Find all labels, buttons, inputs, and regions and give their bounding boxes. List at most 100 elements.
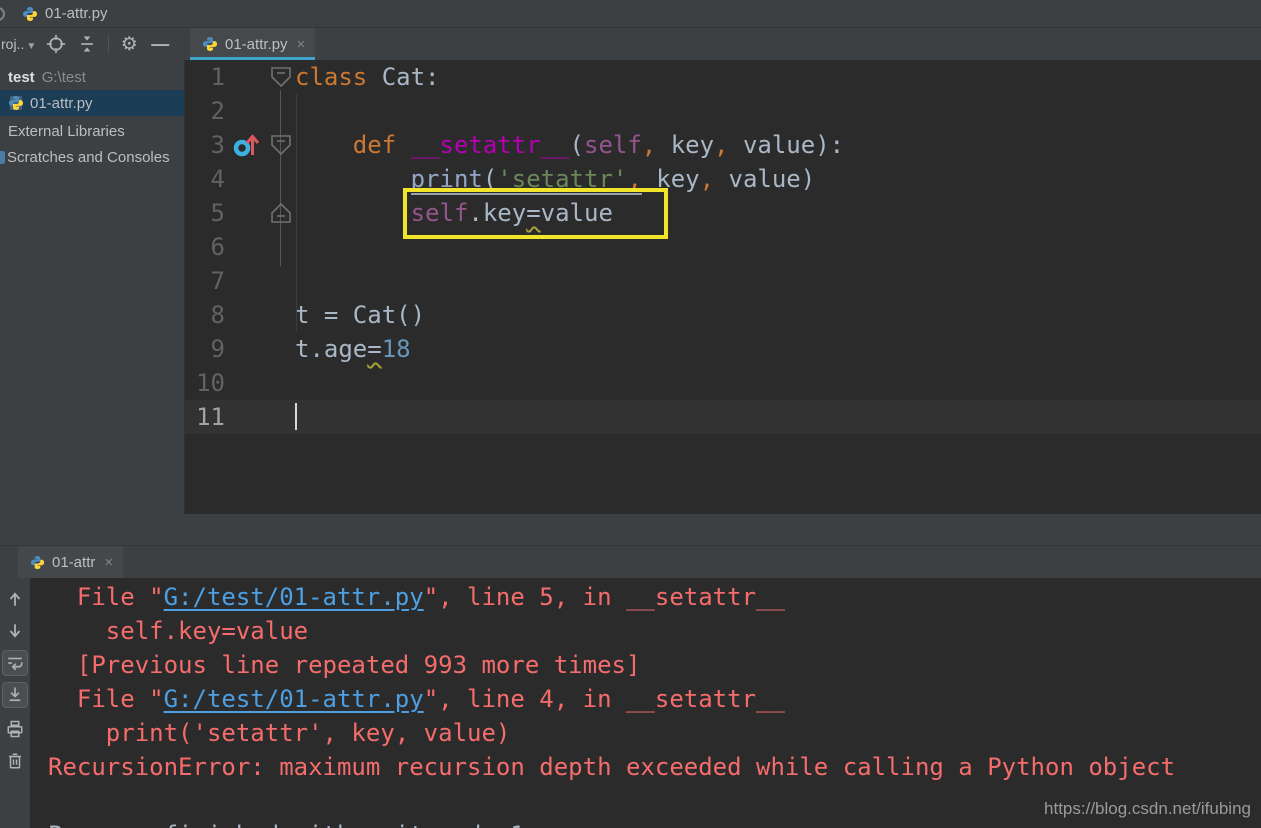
fold-marker-icon[interactable] bbox=[269, 65, 293, 89]
editor-gutter[interactable]: 2 bbox=[185, 94, 295, 128]
console-line: Process finished with exit code 1 bbox=[48, 818, 1261, 828]
locate-icon[interactable] bbox=[45, 33, 67, 55]
up-stack-icon[interactable] bbox=[2, 586, 28, 612]
console-toolbar bbox=[0, 578, 30, 828]
fold-marker-icon[interactable] bbox=[269, 133, 293, 157]
project-selector-label: roj.. bbox=[1, 36, 25, 52]
code-token: t = Cat() bbox=[295, 301, 426, 329]
editor-line[interactable]: 6 bbox=[185, 230, 1261, 264]
code-token: , bbox=[699, 165, 715, 193]
editor-gutter[interactable]: 7 bbox=[185, 264, 295, 298]
line-number[interactable]: 2 bbox=[191, 94, 225, 128]
gear-icon[interactable]: ⚙ bbox=[118, 33, 140, 55]
line-number[interactable]: 10 bbox=[191, 366, 225, 400]
python-file-icon bbox=[202, 36, 218, 52]
code-text: def __setattr__(self, key, value): bbox=[295, 128, 844, 162]
editor-gutter[interactable]: 11 bbox=[185, 400, 295, 434]
code-text: t.age=18 bbox=[295, 332, 411, 366]
console-text: print('setattr', key, value) bbox=[48, 719, 511, 747]
project-root-path: G:\test bbox=[41, 68, 86, 86]
console-tab[interactable]: 01-attr × bbox=[18, 546, 124, 579]
code-text: t = Cat() bbox=[295, 298, 425, 332]
console-text: RecursionError: maximum recursion depth … bbox=[48, 753, 1176, 781]
window-title: 01-attr.py bbox=[45, 5, 108, 22]
editor-line[interactable]: 3 def __setattr__(self, key, value): bbox=[185, 128, 1261, 162]
editor-line[interactable]: 4 print('setattr', key, value) bbox=[185, 162, 1261, 196]
code-token: key bbox=[656, 131, 715, 159]
title-bar: 01-attr.py bbox=[0, 0, 1261, 28]
editor-tab-label: 01-attr.py bbox=[225, 35, 288, 53]
line-number[interactable]: 6 bbox=[191, 230, 225, 264]
line-number[interactable]: 11 bbox=[191, 400, 225, 434]
editor-gutter[interactable]: 5 bbox=[185, 196, 295, 230]
tree-item-label: Scratches and Consoles bbox=[7, 148, 170, 166]
tree-item-label: 01-attr.py bbox=[30, 94, 93, 112]
editor-gutter[interactable]: 8 bbox=[185, 298, 295, 332]
editor-line[interactable]: 9 t.age=18 bbox=[185, 332, 1261, 366]
console-text: File " bbox=[48, 685, 164, 713]
editor-line[interactable]: 1 class Cat: bbox=[185, 60, 1261, 94]
line-number[interactable]: 3 bbox=[191, 128, 225, 162]
editor-tab-bar: 01-attr.py × bbox=[185, 28, 1261, 60]
code-token: = bbox=[367, 335, 382, 363]
console-line: File "G:/test/01-attr.py", line 4, in __… bbox=[48, 682, 1261, 716]
code-token: class bbox=[295, 63, 382, 91]
console-text: ", line 5, in __setattr__ bbox=[423, 583, 785, 611]
fold-marker-icon[interactable] bbox=[269, 201, 293, 225]
clear-all-icon[interactable] bbox=[2, 748, 28, 774]
tree-item-scratches[interactable]: Scratches and Consoles bbox=[0, 144, 184, 170]
line-number[interactable]: 8 bbox=[191, 298, 225, 332]
console-line: self.key=value bbox=[48, 614, 1261, 648]
editor-gutter[interactable]: 1 bbox=[185, 60, 295, 94]
editor-tab[interactable]: 01-attr.py × bbox=[190, 28, 316, 60]
editor-line[interactable]: 10 bbox=[185, 366, 1261, 400]
line-number[interactable]: 4 bbox=[191, 162, 225, 196]
editor-lines: 1 class Cat: 2 3 def __setattr__(self, key,… bbox=[185, 60, 1261, 434]
tree-item-file[interactable]: 01-attr.py bbox=[0, 90, 184, 116]
editor-line[interactable]: 5 self.key=value bbox=[185, 196, 1261, 230]
dropdown-arrow-icon: ▼ bbox=[26, 41, 37, 52]
code-token: ): bbox=[815, 131, 845, 159]
file-link[interactable]: G:/test/01-attr.py bbox=[164, 583, 424, 611]
code-token: ) bbox=[800, 165, 816, 193]
line-number[interactable]: 9 bbox=[191, 332, 225, 366]
close-icon[interactable]: × bbox=[297, 36, 306, 53]
editor-gutter[interactable]: 10 bbox=[185, 366, 295, 400]
tree-item-root[interactable]: test G:\test bbox=[0, 64, 184, 90]
hide-panel-icon[interactable]: — bbox=[149, 33, 171, 55]
scroll-to-end-icon[interactable] bbox=[2, 682, 28, 708]
run-console: File "G:/test/01-attr.py", line 5, in __… bbox=[0, 578, 1261, 828]
line-number[interactable]: 7 bbox=[191, 264, 225, 298]
toolbar-row: roj.. ▼ ⚙ — 01-attr.py × bbox=[0, 28, 1261, 60]
line-number[interactable]: 5 bbox=[191, 196, 225, 230]
console-text: [Previous line repeated 993 more times] bbox=[48, 651, 641, 679]
line-number[interactable]: 1 bbox=[191, 60, 225, 94]
editor-line[interactable]: 7 bbox=[185, 264, 1261, 298]
code-token: value bbox=[714, 165, 801, 193]
run-panel-divider bbox=[0, 514, 1261, 545]
editor-line[interactable]: 11 bbox=[185, 400, 1261, 434]
annotation-highlight-box bbox=[403, 188, 668, 239]
editor[interactable]: 1 class Cat: 2 3 def __setattr__(self, key,… bbox=[185, 60, 1261, 514]
editor-gutter[interactable]: 3 bbox=[185, 128, 295, 162]
editor-gutter[interactable]: 4 bbox=[185, 162, 295, 196]
close-icon[interactable]: × bbox=[104, 554, 113, 571]
project-view-selector[interactable]: roj.. ▼ bbox=[1, 36, 36, 52]
editor-gutter[interactable]: 6 bbox=[185, 230, 295, 264]
editor-gutter[interactable]: 9 bbox=[185, 332, 295, 366]
editor-line[interactable]: 2 bbox=[185, 94, 1261, 128]
code-token: value bbox=[728, 131, 816, 159]
toolbar-divider bbox=[108, 35, 110, 53]
text-cursor bbox=[295, 402, 297, 430]
code-text bbox=[295, 400, 297, 434]
soft-wrap-icon[interactable] bbox=[2, 650, 28, 676]
overrides-method-icon[interactable] bbox=[233, 131, 261, 159]
down-stack-icon[interactable] bbox=[2, 618, 28, 644]
collapse-all-icon[interactable] bbox=[76, 33, 98, 55]
print-icon[interactable] bbox=[2, 716, 28, 742]
console-line: File "G:/test/01-attr.py", line 5, in __… bbox=[48, 580, 1261, 614]
tree-item-external-libraries[interactable]: External Libraries bbox=[0, 118, 184, 144]
editor-line[interactable]: 8 t = Cat() bbox=[185, 298, 1261, 332]
file-link[interactable]: G:/test/01-attr.py bbox=[164, 685, 424, 713]
code-token: __setattr__ bbox=[410, 131, 570, 159]
